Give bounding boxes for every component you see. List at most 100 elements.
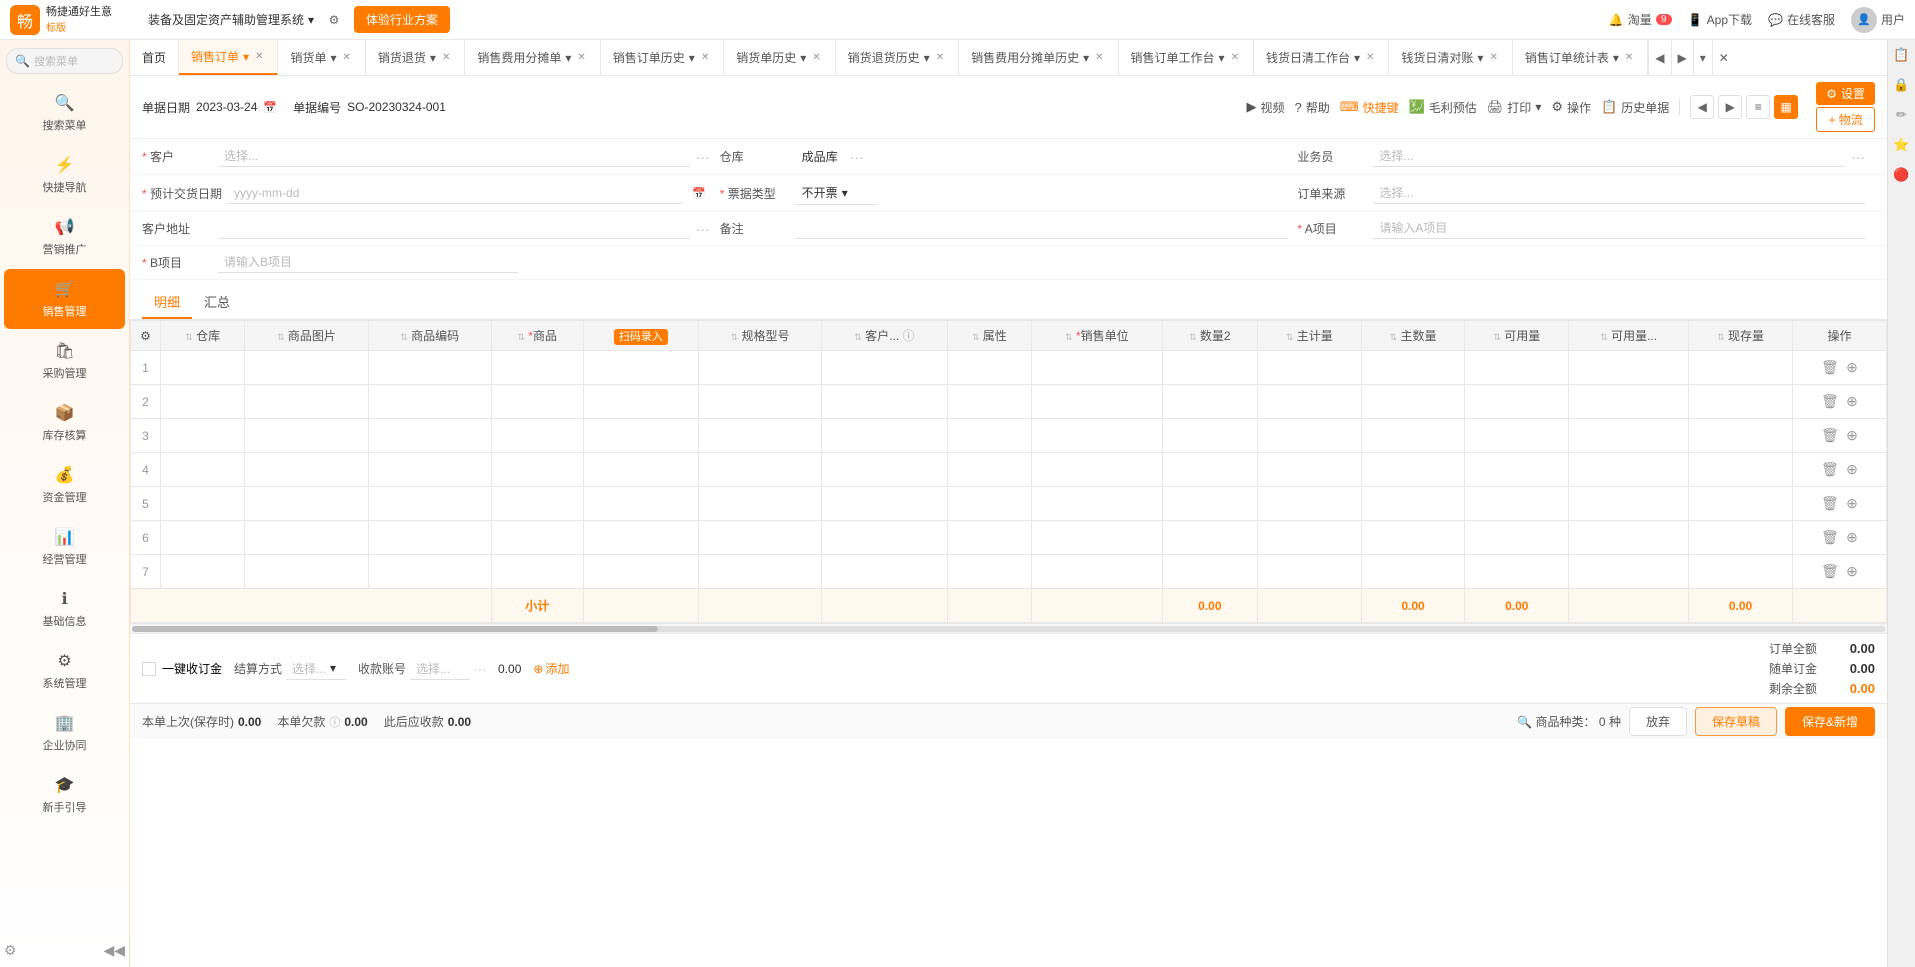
tab-close-3[interactable]: ✕: [440, 51, 452, 64]
tab-invoice-history[interactable]: 销货单历史 ▾ ✕: [724, 40, 835, 75]
receipt-input[interactable]: 选择...: [410, 658, 470, 680]
order-source-input[interactable]: [1373, 183, 1865, 204]
settings-icon-btn[interactable]: ⚙: [320, 6, 348, 34]
row-delete-4[interactable]: 🗑: [1819, 459, 1841, 480]
rpi-lock[interactable]: 🔒: [1891, 74, 1913, 96]
remarks-input[interactable]: [796, 218, 1288, 239]
tab-sales-invoice[interactable]: 销货单 ▾ ✕: [278, 40, 365, 75]
th-gear[interactable]: ⚙: [131, 321, 161, 351]
sidebar-item-search[interactable]: 🔍 搜索菜单: [4, 83, 125, 143]
address-input[interactable]: [218, 218, 690, 239]
tab-daily-reconcile[interactable]: 钱货日清对账 ▾ ✕: [1389, 40, 1512, 75]
table-scrollbar[interactable]: [130, 623, 1887, 633]
tab-close-6[interactable]: ✕: [810, 51, 822, 64]
sidebar-search[interactable]: 🔍 搜索菜单: [6, 48, 123, 74]
sidebar-item-inventory[interactable]: 📦 库存核算: [4, 393, 125, 453]
tab-close-11[interactable]: ✕: [1487, 51, 1499, 64]
set-btn[interactable]: ⚙ 设置: [1816, 82, 1875, 105]
settings-bottom-icon[interactable]: ⚙: [4, 942, 17, 959]
tab-order-history[interactable]: 销售订单历史 ▾ ✕: [601, 40, 724, 75]
tab-fee-split[interactable]: 销售费用分摊单 ▾ ✕: [465, 40, 600, 75]
tab-daily-workbench[interactable]: 钱货日清工作台 ▾ ✕: [1254, 40, 1389, 75]
salesperson-dots[interactable]: ···: [1851, 150, 1865, 164]
tab-order-workbench[interactable]: 销售订单工作台 ▾ ✕: [1119, 40, 1254, 75]
tab-next-btn[interactable]: ▶: [1671, 40, 1693, 75]
add-btn[interactable]: ⊕ 添加: [533, 660, 569, 677]
app-title-dropdown[interactable]: 装备及固定资产辅助管理系统 ▾: [148, 11, 314, 28]
row-copy-2[interactable]: ⊕: [1844, 391, 1860, 412]
tab-close-2[interactable]: ✕: [341, 51, 353, 64]
salesperson-input[interactable]: [1373, 146, 1845, 167]
tab-summary[interactable]: 汇总: [192, 286, 242, 319]
address-dots[interactable]: ···: [696, 222, 710, 236]
print-btn[interactable]: 🖨 打印 ▾: [1487, 99, 1542, 116]
prev-record-btn[interactable]: ◀: [1690, 95, 1714, 119]
sidebar-item-sales[interactable]: 🛒 销售管理: [4, 269, 125, 329]
tab-close-12[interactable]: ✕: [1623, 51, 1635, 64]
sidebar-item-marketing[interactable]: 📢 营销推广: [4, 207, 125, 267]
ticket-type-dropdown[interactable]: 不开票 ▾: [796, 181, 876, 205]
rpi-edit[interactable]: ✏: [1891, 104, 1913, 126]
row-delete-6[interactable]: 🗑: [1819, 527, 1841, 548]
tab-stats[interactable]: 销售订单统计表 ▾ ✕: [1513, 40, 1648, 75]
th-barcode[interactable]: 扫码录入: [583, 321, 698, 351]
app-download-btn[interactable]: 📱 App下载: [1688, 11, 1752, 28]
online-service-btn[interactable]: 💬 在线客服: [1768, 11, 1835, 28]
rpi-alert[interactable]: 🔴: [1891, 164, 1913, 186]
tab-menu-btn[interactable]: ▾: [1693, 40, 1712, 75]
row-copy-1[interactable]: ⊕: [1844, 357, 1860, 378]
industry-btn[interactable]: 体验行业方案: [354, 6, 450, 33]
row-copy-4[interactable]: ⊕: [1844, 459, 1860, 480]
sidebar-item-operation[interactable]: 📊 经营管理: [4, 517, 125, 577]
profit-btn[interactable]: 💹 毛利预估: [1409, 99, 1477, 116]
tab-close-5[interactable]: ✕: [699, 51, 711, 64]
tab-close-8[interactable]: ✕: [1093, 51, 1105, 64]
help-btn[interactable]: ? 帮助: [1295, 99, 1330, 116]
row-copy-5[interactable]: ⊕: [1844, 493, 1860, 514]
sidebar-item-basic[interactable]: ℹ 基础信息: [4, 579, 125, 639]
receipt-dots[interactable]: ···: [474, 662, 486, 676]
sidebar-item-enterprise[interactable]: 🏢 企业协同: [4, 703, 125, 763]
tab-close-7[interactable]: ✕: [934, 51, 946, 64]
tab-close-4[interactable]: ✕: [575, 51, 587, 64]
row-delete-2[interactable]: 🗑: [1819, 391, 1841, 412]
row-copy-3[interactable]: ⊕: [1844, 425, 1860, 446]
delivery-date-input[interactable]: [228, 183, 682, 204]
tab-close-10[interactable]: ✕: [1364, 51, 1376, 64]
tab-prev-btn[interactable]: ◀: [1648, 40, 1670, 75]
row-delete-1[interactable]: 🗑: [1819, 357, 1841, 378]
tab-close-all-btn[interactable]: ✕: [1712, 40, 1735, 75]
tab-close-9[interactable]: ✕: [1229, 51, 1241, 64]
tab-detail[interactable]: 明细: [142, 286, 192, 319]
warehouse-dots[interactable]: ···: [850, 150, 864, 164]
tab-home[interactable]: 首页: [130, 40, 179, 75]
customer-input[interactable]: [218, 146, 690, 167]
calendar-date-icon[interactable]: 📅: [688, 187, 710, 200]
sidebar-item-system[interactable]: ⚙ 系统管理: [4, 641, 125, 701]
row-copy-6[interactable]: ⊕: [1844, 527, 1860, 548]
history-btn[interactable]: 📋 历史单据: [1601, 99, 1669, 116]
sidebar-item-guide[interactable]: 🎓 新手引导: [4, 765, 125, 825]
rpi-clipboard[interactable]: 📋: [1891, 44, 1913, 66]
next-record-btn[interactable]: ▶: [1718, 95, 1742, 119]
tab-return-history[interactable]: 销货退货历史 ▾ ✕: [836, 40, 959, 75]
video-btn[interactable]: ▶ 视频: [1247, 99, 1285, 116]
one-key-checkbox[interactable]: [142, 662, 156, 676]
tab-close-sales-order[interactable]: ✕: [253, 50, 265, 63]
list-view-btn[interactable]: ≡: [1746, 95, 1770, 119]
rpi-star[interactable]: ⭐: [1891, 134, 1913, 156]
a-project-input[interactable]: [1373, 218, 1865, 239]
add-logistics-btn[interactable]: + 物流: [1816, 107, 1875, 132]
calendar-icon[interactable]: 📅: [263, 101, 277, 114]
discard-btn[interactable]: 放弃: [1629, 707, 1687, 736]
b-project-input[interactable]: [218, 252, 518, 273]
collapse-icon[interactable]: ◀◀: [103, 942, 125, 959]
row-delete-7[interactable]: 🗑: [1819, 561, 1841, 582]
sidebar-item-quicknav[interactable]: ⚡ 快捷导航: [4, 145, 125, 205]
shortcut-btn[interactable]: ⌨ 快捷键: [1340, 99, 1399, 116]
sidebar-item-finance[interactable]: 💰 资金管理: [4, 455, 125, 515]
tab-sales-order[interactable]: 销售订单 ▾ ✕: [179, 40, 278, 75]
row-delete-5[interactable]: 🗑: [1819, 493, 1841, 514]
save-draft-btn[interactable]: 保存草稿: [1695, 707, 1777, 736]
scrollbar-thumb[interactable]: [132, 626, 658, 632]
